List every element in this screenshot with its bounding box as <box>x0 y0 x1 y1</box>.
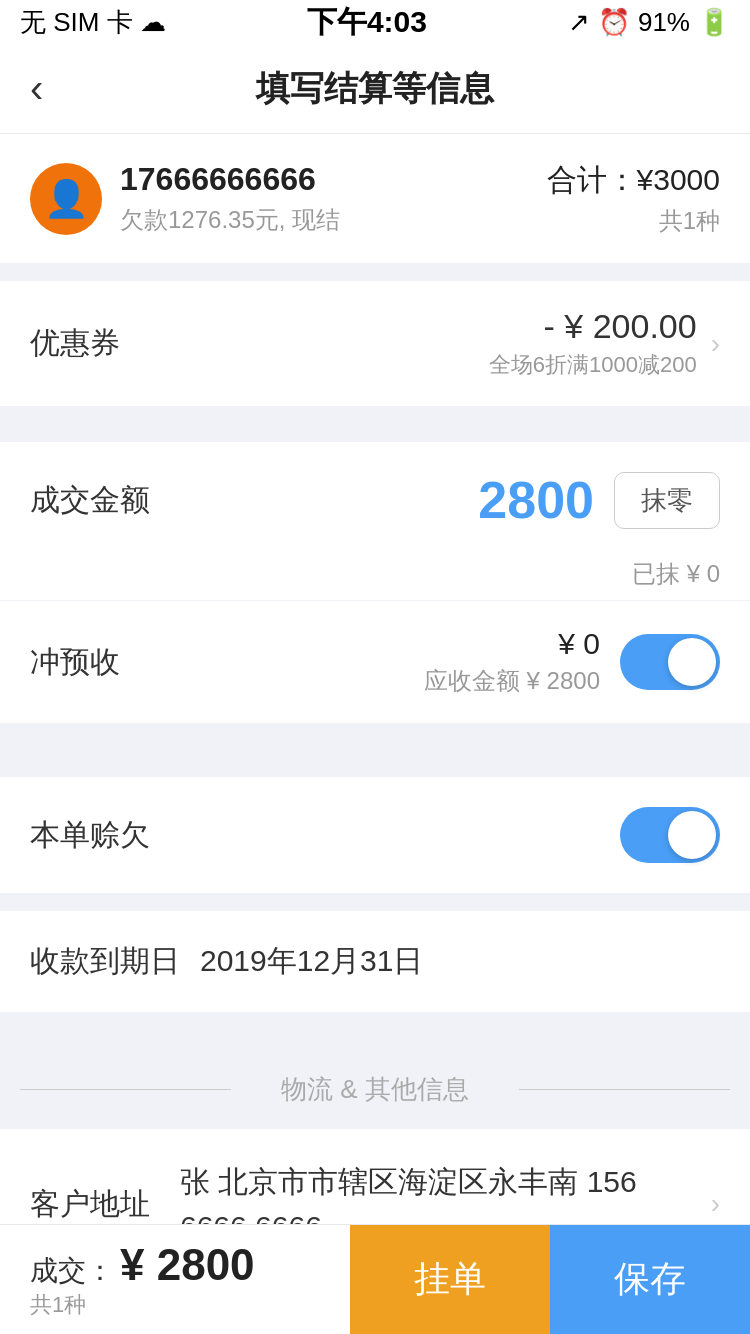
divider-line-left <box>20 1089 231 1090</box>
coupon-desc: 全场6折满1000减200 <box>489 350 697 380</box>
battery-label: 91% <box>638 7 690 38</box>
customer-row: 👤 17666666666 欠款1276.35元, 现结 合计：¥3000 共1… <box>0 134 750 263</box>
coupon-row[interactable]: 优惠券 - ¥ 200.00 全场6折满1000减200 › <box>0 281 750 406</box>
logistics-label: 物流 & 其他信息 <box>281 1072 469 1107</box>
address-label: 客户地址 <box>30 1184 150 1225</box>
coupon-label: 优惠券 <box>30 323 120 364</box>
customer-info: 17666666666 欠款1276.35元, 现结 <box>120 161 340 236</box>
bottom-deal-amount: ¥ 2800 <box>120 1240 255 1290</box>
bottom-summary: 成交： ¥ 2800 共1种 <box>0 1240 350 1320</box>
deal-amount-row: 成交金额 2800 抹零 <box>30 442 720 558</box>
coupon-chevron-icon: › <box>711 328 720 360</box>
deal-amount-sub: 已抹 ¥ 0 <box>30 558 720 600</box>
bottom-bar: 成交： ¥ 2800 共1种 挂单 保存 <box>0 1224 750 1334</box>
benda-row: 本单赊欠 <box>30 777 720 893</box>
prepay-right: ¥ 0 应收金额 ¥ 2800 <box>424 627 720 697</box>
coupon-info: - ¥ 200.00 全场6折满1000减200 <box>489 307 697 380</box>
save-button[interactable]: 保存 <box>550 1225 750 1335</box>
status-time: 下午4:03 <box>307 2 427 43</box>
alarm-icon: ⏰ <box>598 7 630 38</box>
coupon-discount: - ¥ 200.00 <box>489 307 697 346</box>
customer-phone: 17666666666 <box>120 161 340 198</box>
deal-amount-right: 2800 抹零 <box>478 470 720 530</box>
bottom-deal-label: 成交： <box>30 1252 114 1290</box>
prepay-section: 冲预收 ¥ 0 应收金额 ¥ 2800 <box>0 600 750 723</box>
page-title: 填写结算等信息 <box>256 66 494 112</box>
gray-divider-2 <box>0 741 750 759</box>
gray-divider-3 <box>0 1031 750 1049</box>
deal-amount-section: 成交金额 2800 抹零 已抹 ¥ 0 <box>0 442 750 600</box>
prepay-amount-wrap: ¥ 0 应收金额 ¥ 2800 <box>424 627 600 697</box>
gray-divider-1 <box>0 424 750 442</box>
benda-label: 本单赊欠 <box>30 815 150 856</box>
divider-line-right <box>519 1089 730 1090</box>
due-date-label: 收款到期日 <box>30 941 180 982</box>
avatar-icon: 👤 <box>44 178 89 220</box>
location-icon: ↗ <box>568 7 590 38</box>
battery-icon: 🔋 <box>698 7 730 38</box>
avatar: 👤 <box>30 163 102 235</box>
prepay-toggle[interactable] <box>620 634 720 690</box>
benda-toggle[interactable] <box>620 807 720 863</box>
status-bar: 无 SIM 卡 ☁ 下午4:03 ↗ ⏰ 91% 🔋 <box>0 0 750 44</box>
address-chevron-icon: › <box>711 1188 720 1220</box>
hang-button[interactable]: 挂单 <box>350 1225 550 1335</box>
customer-debt: 欠款1276.35元, 现结 <box>120 204 340 236</box>
logistics-divider: 物流 & 其他信息 <box>0 1049 750 1129</box>
prepay-sub: 应收金额 ¥ 2800 <box>424 665 600 697</box>
deal-amount-value: 2800 <box>478 470 594 530</box>
status-left: 无 SIM 卡 ☁ <box>20 5 166 40</box>
coupon-right-wrap: - ¥ 200.00 全场6折满1000减200 › <box>489 307 720 380</box>
total-count: 共1种 <box>547 205 720 237</box>
prepay-label: 冲预收 <box>30 642 120 683</box>
date-row: 收款到期日 2019年12月31日 <box>30 911 720 1012</box>
benda-toggle-thumb <box>668 811 716 859</box>
prepay-amount: ¥ 0 <box>424 627 600 661</box>
nav-bar: ‹ 填写结算等信息 <box>0 44 750 134</box>
back-button[interactable]: ‹ <box>30 66 43 111</box>
prepay-row: 冲预收 ¥ 0 应收金额 ¥ 2800 <box>0 601 750 723</box>
round-zero-button[interactable]: 抹零 <box>614 472 720 529</box>
prepay-toggle-thumb <box>668 638 716 686</box>
deal-amount-label: 成交金额 <box>30 480 150 521</box>
customer-right: 合计：¥3000 共1种 <box>547 160 720 237</box>
status-right: ↗ ⏰ 91% 🔋 <box>568 7 730 38</box>
date-section: 收款到期日 2019年12月31日 <box>0 911 750 1013</box>
customer-left: 👤 17666666666 欠款1276.35元, 现结 <box>30 161 340 236</box>
sim-label: 无 SIM 卡 ☁ <box>20 5 166 40</box>
due-date-value: 2019年12月31日 <box>200 941 423 982</box>
benda-section: 本单赊欠 <box>0 777 750 893</box>
bottom-count: 共1种 <box>30 1290 320 1320</box>
total-amount: 合计：¥3000 <box>547 160 720 201</box>
